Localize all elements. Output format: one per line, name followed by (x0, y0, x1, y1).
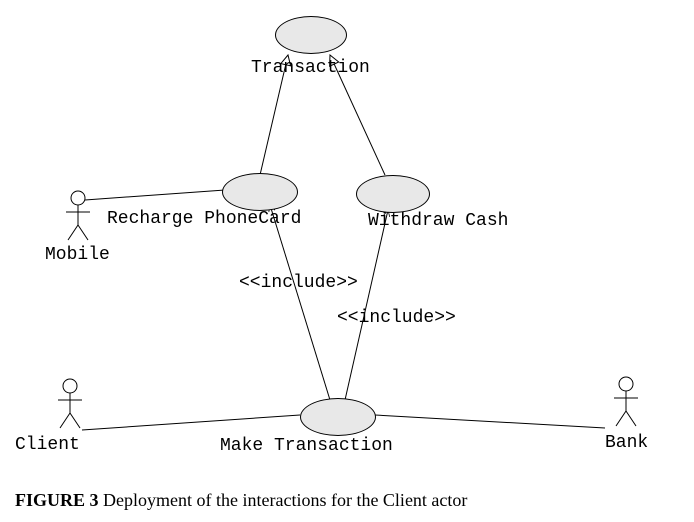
assoc-mobile-recharge (85, 190, 225, 200)
caption-prefix: FIGURE 3 (15, 490, 99, 510)
usecase-withdraw-cash (356, 175, 430, 213)
usecase-make-transaction (300, 398, 376, 436)
label-make: Make Transaction (220, 436, 393, 456)
assoc-bank-make (375, 415, 605, 428)
label-withdraw: Withdraw Cash (368, 211, 508, 231)
label-client: Client (15, 435, 80, 455)
usecase-recharge-phonecard (222, 173, 298, 211)
actor-bank-figure (608, 376, 644, 432)
label-bank: Bank (605, 433, 648, 453)
uml-use-case-diagram: Transaction Recharge PhoneCard Withdraw … (0, 0, 694, 522)
actor-mobile-figure (60, 190, 96, 246)
stereotype-include-2: <<include>> (337, 308, 456, 328)
figure-caption: FIGURE 3 Deployment of the interactions … (15, 490, 467, 511)
include-make-recharge (270, 205, 330, 400)
caption-text: Deployment of the interactions for the C… (103, 490, 467, 510)
usecase-transaction (275, 16, 347, 54)
label-recharge: Recharge PhoneCard (107, 209, 301, 229)
label-mobile: Mobile (45, 245, 110, 265)
stereotype-include-1: <<include>> (239, 273, 358, 293)
include-make-withdraw (345, 210, 388, 400)
assoc-client-make (82, 415, 300, 430)
label-transaction: Transaction (251, 58, 370, 78)
actor-client-figure (52, 378, 88, 434)
